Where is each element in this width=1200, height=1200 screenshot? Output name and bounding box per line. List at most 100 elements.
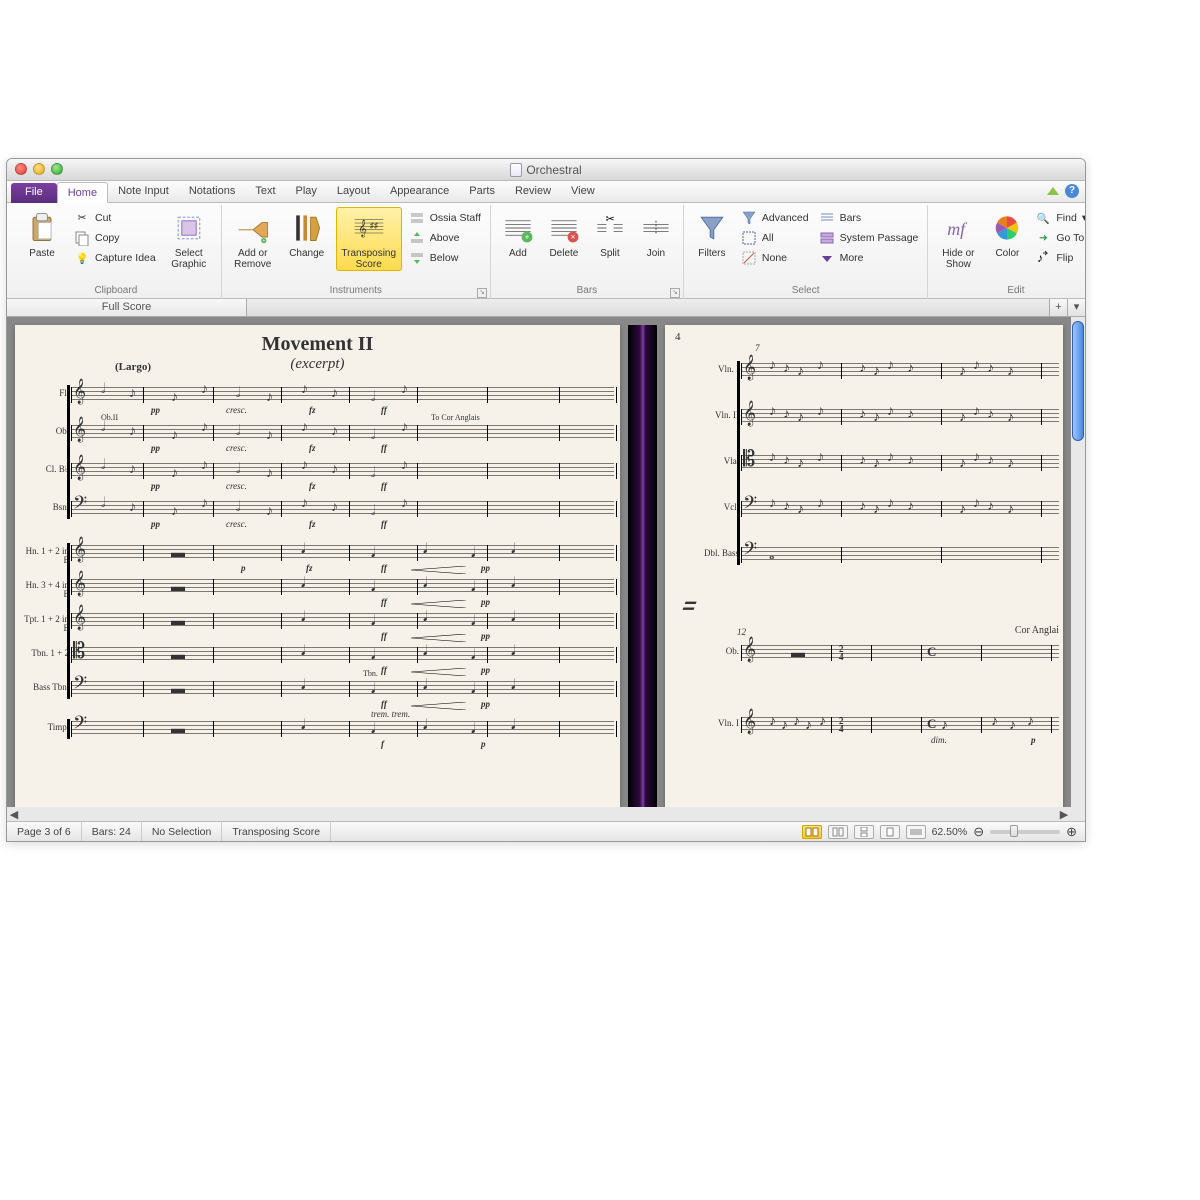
bars-dialog-launcher[interactable]: ↘ [670,288,680,298]
below-button[interactable]: Below [406,249,484,267]
zoom-out-button[interactable]: ⊖ [973,824,984,840]
scroll-left-arrow[interactable]: ◀ [7,808,21,821]
tab-notations[interactable]: Notations [179,181,245,203]
hairpin [411,701,471,713]
barline [213,545,214,561]
tab-view[interactable]: View [561,181,605,203]
system-passage-button[interactable]: System Passage [816,229,922,247]
cut-button[interactable]: ✂Cut [71,209,159,227]
find-button[interactable]: 🔍Find ▾ [1032,209,1086,227]
view-vertical-button[interactable] [854,825,874,839]
tab-layout[interactable]: Layout [327,181,380,203]
new-part-button[interactable]: + [1049,299,1067,316]
color-button[interactable]: Color [986,207,1028,260]
note: 𝅘𝅥 [511,579,515,589]
tab-play[interactable]: Play [286,181,327,203]
note: ♪ [873,413,880,423]
minimize-ribbon-button[interactable] [1047,187,1059,195]
vertical-scrollbar[interactable] [1071,317,1085,821]
change-instrument-icon [286,210,328,246]
dynamic-ff: ff [381,481,387,491]
barline [1041,547,1042,563]
join-bar-button[interactable]: Join [635,207,677,260]
barline [616,647,617,663]
select-all-button[interactable]: All [738,229,812,247]
tab-appearance[interactable]: Appearance [380,181,459,203]
note: 𝅘𝅥 [423,647,427,657]
split-bar-button[interactable]: ✂ Split [589,207,631,260]
advanced-select-button[interactable]: Advanced [738,209,812,227]
ossia-staff-button[interactable]: Ossia Staff [406,209,484,227]
more-icon [819,250,835,266]
select-graphic-button[interactable]: Select Graphic [163,207,215,271]
clef: 𝄞 [743,641,756,657]
dynamic-cresc: cresc. [226,519,247,529]
view-panorama-button[interactable] [906,825,926,839]
select-bars-button[interactable]: Bars [816,209,922,227]
zoom-in-button[interactable]: ⊕ [1066,824,1077,840]
help-button[interactable]: ? [1065,184,1079,198]
clef: 𝄞 [73,383,86,399]
score-canvas[interactable]: Movement II (excerpt) (Largo) Fl.𝄞𝅗𝅥♪♪♪𝅗… [7,317,1085,821]
paste-button[interactable]: Paste [17,207,67,260]
close-window-button[interactable] [15,163,27,175]
status-mode: Transposing Score [222,822,331,842]
zoom-slider-thumb[interactable] [1010,825,1018,837]
vertical-scroll-thumb[interactable] [1072,321,1084,441]
group-clipboard: Paste ✂Cut Copy 💡Capture Idea Select Gra… [11,205,222,299]
zoom-window-button[interactable] [51,163,63,175]
text-tbn: Tbn. [363,669,378,678]
instrument-label: Cl. B♭ [21,465,69,474]
tab-review[interactable]: Review [505,181,561,203]
instrument-label: Dbl. Bass [671,549,739,558]
view-spread-button[interactable] [802,825,822,839]
horizontal-scrollbar[interactable]: ◀ ▶ [7,807,1071,821]
copy-button[interactable]: Copy [71,229,159,247]
delete-bar-button[interactable]: × Delete [543,207,585,260]
note: ♪ [266,393,273,403]
above-button[interactable]: Above [406,229,484,247]
filters-button[interactable]: Filters [690,207,734,260]
transposing-score-button[interactable]: 𝄞♯♯ Transposing Score [336,207,402,271]
note: ♪ [201,423,208,433]
tab-text[interactable]: Text [245,181,285,203]
tab-note-input[interactable]: Note Input [108,181,179,203]
barline [487,463,488,479]
select-none-button[interactable]: None [738,249,812,267]
barline [143,463,144,479]
hide-show-button[interactable]: mf Hide or Show [934,207,982,271]
minimize-window-button[interactable] [33,163,45,175]
ossia-icon [409,210,425,226]
view-single-button[interactable] [880,825,900,839]
note: ♪ [793,717,800,727]
note: ♪ [817,407,824,417]
barline [487,387,488,403]
file-tab[interactable]: File [11,183,57,203]
capture-idea-button[interactable]: 💡Capture Idea [71,249,159,267]
note: ♪ [1007,367,1014,377]
barline [487,721,488,737]
dynamic-pp: pp [481,563,490,573]
barline [417,613,418,629]
select-more-button[interactable]: More [816,249,922,267]
flip-button[interactable]: ♪Flip [1032,249,1086,267]
add-remove-instrument-button[interactable]: + Add or Remove [228,207,278,271]
instruments-dialog-launcher[interactable]: ↘ [477,288,487,298]
instrument-label: Bass Tbn. [21,683,69,692]
parts-menu-button[interactable]: ▾ [1067,299,1085,316]
scroll-right-arrow[interactable]: ▶ [1057,808,1071,821]
staff-row: Cl. B♭𝄞𝅗𝅥♪♪♪𝅗𝅥♪♪♪𝅗𝅥♪ [71,459,614,483]
view-pages-button[interactable] [828,825,848,839]
note: 𝅘𝅥 [301,545,305,555]
zoom-slider[interactable] [990,830,1060,834]
add-bar-button[interactable]: + Add [497,207,539,260]
barline [349,501,350,517]
barline [487,579,488,595]
document-tab-full-score[interactable]: Full Score [7,299,247,316]
rest: ▬ [171,685,185,695]
tab-home[interactable]: Home [57,182,108,203]
barline [559,721,560,737]
tab-parts[interactable]: Parts [459,181,505,203]
change-instrument-button[interactable]: Change [282,207,332,260]
goto-button[interactable]: ➜Go To ▾ [1032,229,1086,247]
